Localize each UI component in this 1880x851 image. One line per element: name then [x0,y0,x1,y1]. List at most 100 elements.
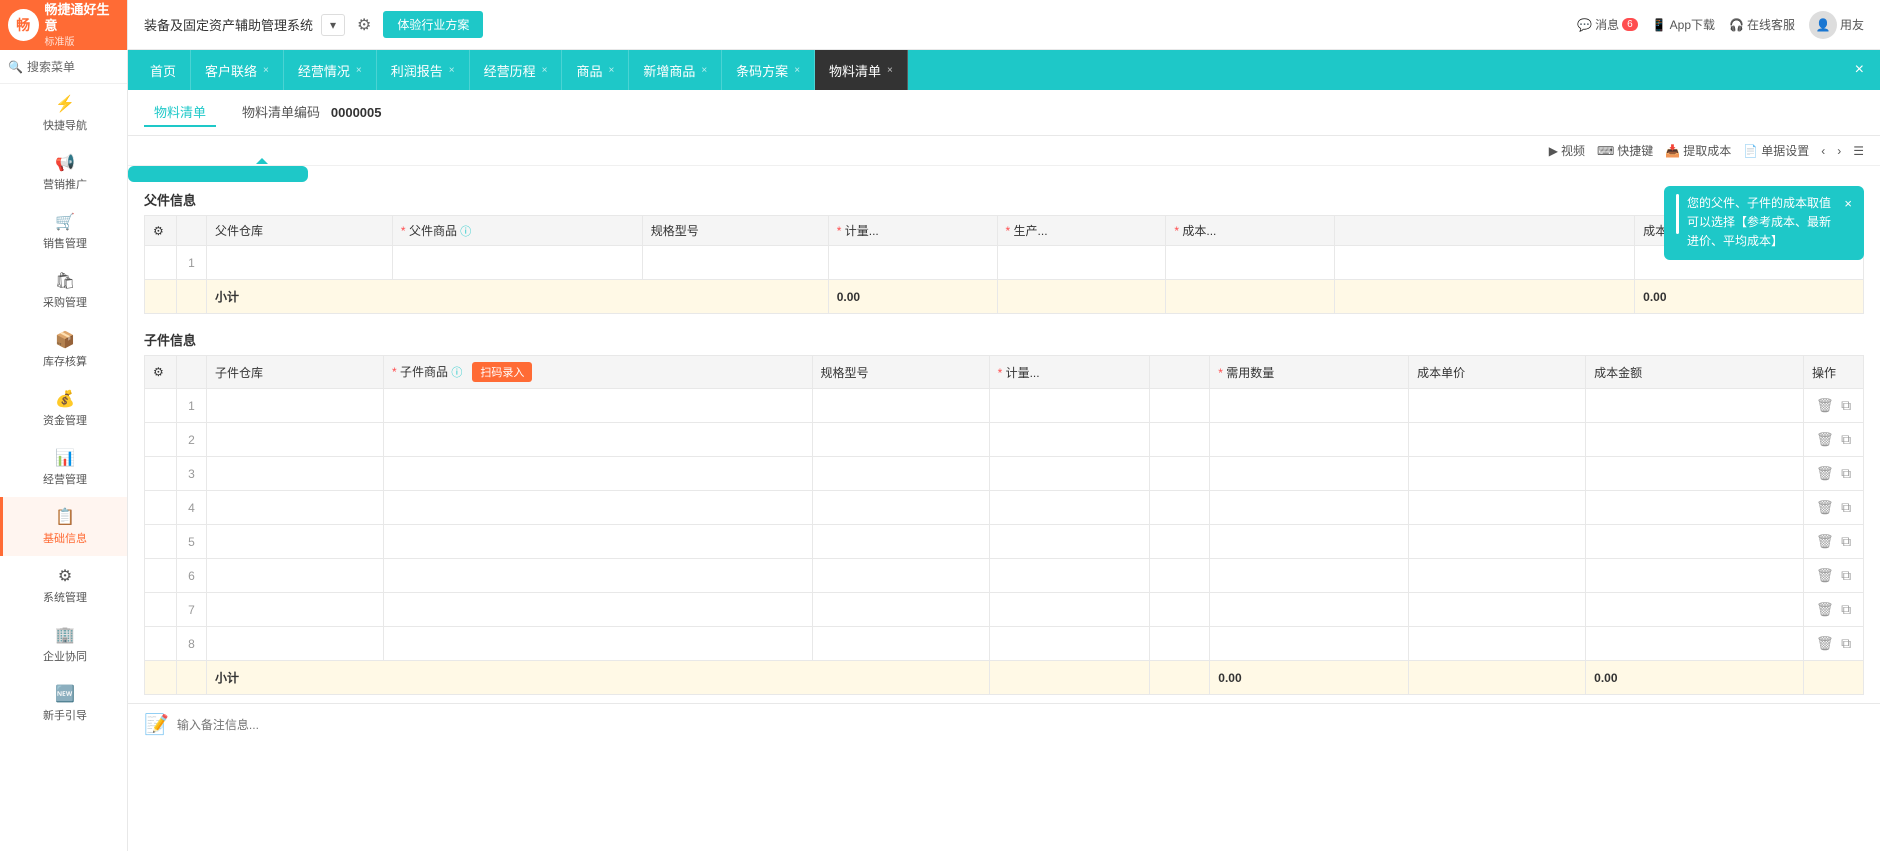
copy-row-6-button[interactable]: ⧉ [1841,567,1851,583]
copy-row-1-button[interactable]: ⧉ [1841,397,1851,413]
scan-input-button[interactable]: 扫码录入 [472,362,532,382]
sidebar-item-finance[interactable]: 💰 资金管理 [0,379,127,438]
child-row-unit-price-7[interactable] [1409,593,1586,627]
sidebar-item-quick-nav[interactable]: ⚡ 快捷导航 [0,84,127,143]
child-row-goods-2[interactable] [384,423,813,457]
child-row-goods-7[interactable] [384,593,813,627]
nav-next-button[interactable]: › [1837,144,1841,158]
sub-tab-bom-list[interactable]: 物料清单 [144,98,216,127]
child-row-spec-3[interactable] [812,457,989,491]
single-setting-button[interactable]: 📄 单据设置 [1743,142,1809,159]
nav-list-button[interactable]: ☰ [1853,144,1864,158]
child-row-unit-7[interactable] [989,593,1150,627]
tab-bom-close[interactable]: × [887,65,893,76]
child-row-goods-3[interactable] [384,457,813,491]
sidebar-item-system[interactable]: ⚙ 系统管理 [0,556,127,615]
tab-home[interactable]: 首页 [136,50,191,90]
child-row-quantity-7[interactable] [1210,593,1409,627]
sidebar-item-inventory[interactable]: 📦 库存核算 [0,320,127,379]
child-row-unit-8[interactable] [989,627,1150,661]
child-row-goods-8[interactable] [384,627,813,661]
parent-row-produce[interactable] [997,246,1166,280]
tab-bom[interactable]: 物料清单 × [815,50,908,90]
delete-row-7-button[interactable]: 🗑 [1816,601,1834,617]
tab-ops-status-close[interactable]: × [356,65,362,76]
child-th-settings[interactable]: ⚙ [145,356,177,389]
tab-new-goods-close[interactable]: × [701,65,707,76]
notes-input[interactable] [177,718,1864,732]
parent-row-cost[interactable] [1166,246,1335,280]
child-row-unit-price-5[interactable] [1409,525,1586,559]
child-row-warehouse-8[interactable] [207,627,384,661]
parent-row-goods[interactable] [392,246,642,280]
parent-row-spec[interactable] [642,246,828,280]
child-row-quantity-3[interactable] [1210,457,1409,491]
child-row-unit-price-8[interactable] [1409,627,1586,661]
child-row-unit-price-6[interactable] [1409,559,1586,593]
sidebar-item-sales[interactable]: 🛒 销售管理 [0,202,127,261]
online-service-button[interactable]: 🎧 在线客服 [1729,16,1795,33]
copy-row-7-button[interactable]: ⧉ [1841,601,1851,617]
child-row-unit-price-1[interactable] [1409,389,1586,423]
child-row-warehouse-4[interactable] [207,491,384,525]
child-row-warehouse-6[interactable] [207,559,384,593]
sidebar-item-guide[interactable]: 🆕 新手引导 [0,674,127,733]
tab-customer-close[interactable]: × [263,65,269,76]
delete-row-4-button[interactable]: 🗑 [1816,499,1834,515]
delete-row-3-button[interactable]: 🗑 [1816,465,1834,481]
child-row-unit-1[interactable] [989,389,1150,423]
child-row-warehouse-5[interactable] [207,525,384,559]
child-row-goods-5[interactable] [384,525,813,559]
child-row-quantity-1[interactable] [1210,389,1409,423]
child-row-spec-5[interactable] [812,525,989,559]
search-menu[interactable]: 🔍 搜索菜单 [0,50,127,84]
tab-profit-report[interactable]: 利润报告 × [377,50,470,90]
child-row-unit-2[interactable] [989,423,1150,457]
user-menu[interactable]: 👤 用友 [1809,11,1864,39]
sub-tab-bom-code[interactable]: 物料清单编码 0000005 [232,98,391,127]
child-row-spec-8[interactable] [812,627,989,661]
tab-barcode-close[interactable]: × [794,65,800,76]
sidebar-item-enterprise[interactable]: 🏢 企业协同 [0,615,127,674]
tab-operations-status[interactable]: 经营情况 × [284,50,377,90]
parent-th-settings[interactable]: ⚙ [145,216,177,246]
child-row-spec-6[interactable] [812,559,989,593]
child-row-quantity-2[interactable] [1210,423,1409,457]
tab-profit-close[interactable]: × [449,65,455,76]
tab-new-goods[interactable]: 新增商品 × [629,50,722,90]
child-row-goods-6[interactable] [384,559,813,593]
message-button[interactable]: 💬 消息 6 [1577,16,1638,33]
child-row-warehouse-1[interactable] [207,389,384,423]
delete-row-8-button[interactable]: 🗑 [1816,635,1834,651]
tab-goods[interactable]: 商品 × [562,50,629,90]
sidebar-item-operations[interactable]: 📊 经营管理 [0,438,127,497]
child-row-spec-2[interactable] [812,423,989,457]
tooltip-close-button[interactable]: × [1844,194,1852,215]
child-row-warehouse-2[interactable] [207,423,384,457]
view-button[interactable]: ▶ 视频 [1549,142,1585,159]
child-row-quantity-4[interactable] [1210,491,1409,525]
child-row-spec-1[interactable] [812,389,989,423]
delete-row-6-button[interactable]: 🗑 [1816,567,1834,583]
child-row-quantity-5[interactable] [1210,525,1409,559]
sidebar-item-marketing[interactable]: 📢 营销推广 [0,143,127,202]
child-row-unit-5[interactable] [989,525,1150,559]
settings-gear-button[interactable]: ⚙ [353,11,375,39]
child-row-unit-price-4[interactable] [1409,491,1586,525]
trial-button[interactable]: 体验行业方案 [383,11,483,38]
child-row-warehouse-3[interactable] [207,457,384,491]
copy-row-3-button[interactable]: ⧉ [1841,465,1851,481]
tab-ops-history-close[interactable]: × [542,65,548,76]
child-row-warehouse-7[interactable] [207,593,384,627]
tab-barcode[interactable]: 条码方案 × [722,50,815,90]
close-all-tabs-button[interactable]: × [1847,61,1872,79]
child-row-unit-3[interactable] [989,457,1150,491]
tab-goods-close[interactable]: × [608,65,614,76]
sidebar-item-basic-info[interactable]: 📋 基础信息 [0,497,127,556]
app-download-button[interactable]: 📱 App下载 [1652,16,1715,33]
child-row-spec-4[interactable] [812,491,989,525]
system-dropdown-button[interactable]: ▾ [321,14,345,36]
delete-row-2-button[interactable]: 🗑 [1816,431,1834,447]
child-row-quantity-8[interactable] [1210,627,1409,661]
delete-row-5-button[interactable]: 🗑 [1816,533,1834,549]
